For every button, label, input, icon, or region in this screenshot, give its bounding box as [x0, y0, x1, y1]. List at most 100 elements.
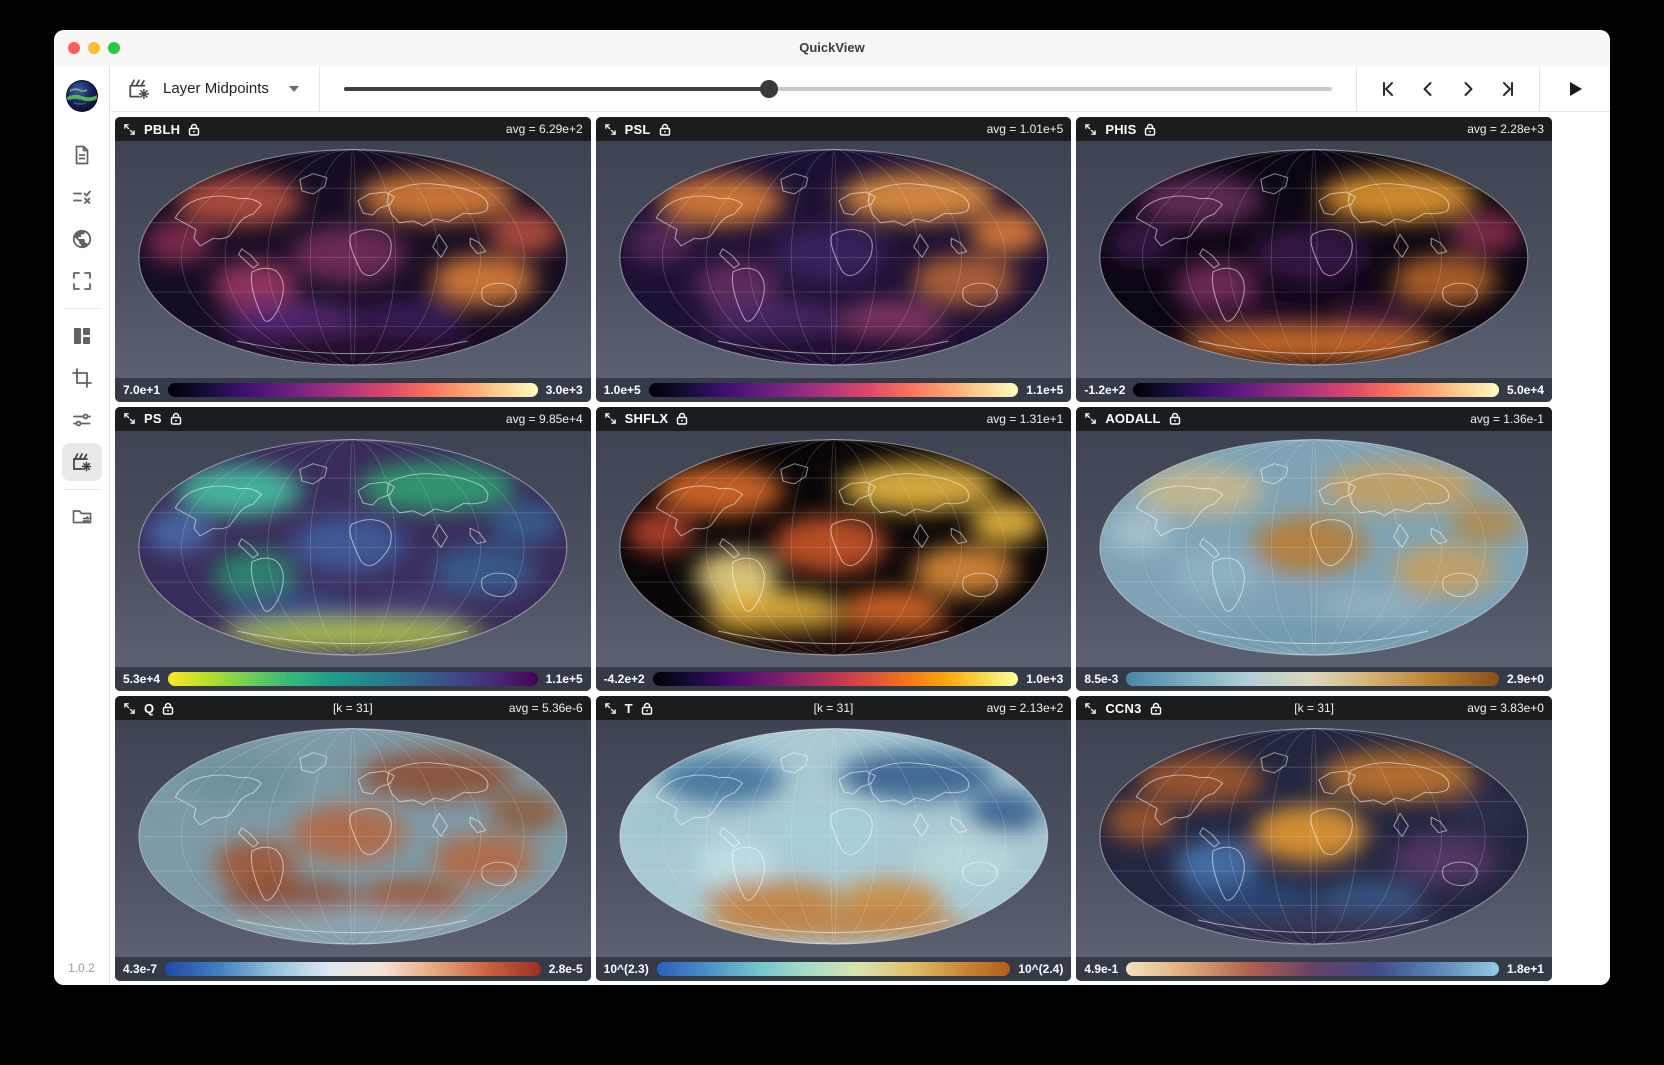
skip-to-end-button[interactable] [1491, 72, 1525, 106]
lock-icon[interactable] [1144, 123, 1156, 136]
expand-panel-icon[interactable] [1084, 123, 1097, 136]
sidebar-item-tune[interactable] [62, 401, 102, 439]
expand-panel-icon[interactable] [1084, 702, 1097, 715]
colorbar-max-value: 1.0e+3 [1026, 672, 1064, 687]
lock-icon[interactable] [1150, 702, 1162, 715]
sidebar-item-file-document[interactable] [62, 136, 102, 174]
panel-colorbar: 10^(2.3) 10^(2.4) [595, 956, 1072, 981]
toolbar: Layer Midpoints [111, 65, 1610, 112]
colorbar-min-value: 10^(2.3) [603, 961, 649, 976]
panel-colorbar-gradient [1126, 672, 1499, 687]
sidebar: 1.0.2 [54, 66, 110, 985]
sidebar-item-checklist[interactable] [62, 178, 102, 216]
map-canvas[interactable] [595, 720, 1072, 957]
colorbar-min-value: -1.2e+2 [1084, 382, 1126, 397]
skip-to-start-icon [1383, 81, 1393, 96]
sidebar-item-crop[interactable] [62, 359, 102, 397]
panel-average-value: avg = 2.13e+2 [986, 701, 1064, 716]
expand-panel-icon[interactable] [604, 412, 617, 425]
panel-title: T [624, 700, 633, 716]
expand-panel-icon[interactable] [123, 123, 136, 136]
panel-header: AODALL avg = 1.36e-1 [1076, 406, 1552, 431]
map-panel: CCN3 [k = 31] avg = 3.83e+0 4.9e-1 1.8e+… [1076, 696, 1552, 981]
panel-average-value: avg = 1.01e+5 [986, 122, 1064, 136]
folder-sync-icon [72, 510, 91, 524]
colorbar-max-value: 2.8e-5 [548, 961, 583, 976]
sidebar-divider [63, 308, 100, 309]
expand-panel-icon[interactable] [123, 702, 136, 715]
skip-to-end-icon [1503, 81, 1513, 96]
panel-average-value: avg = 1.36e-1 [1470, 411, 1544, 426]
colorbar-max-value: 2.9e+0 [1506, 672, 1544, 687]
lock-icon[interactable] [162, 702, 174, 715]
colorbar-max-value: 10^(2.4) [1018, 961, 1064, 976]
map-canvas[interactable] [595, 430, 1072, 668]
expand-panel-icon[interactable] [604, 702, 617, 715]
expand-panel-icon[interactable] [1084, 412, 1097, 425]
panel-average-value: avg = 9.85e+4 [505, 411, 583, 426]
lock-icon[interactable] [1169, 412, 1181, 425]
earth-logo [65, 80, 98, 112]
map-canvas[interactable] [1076, 720, 1552, 957]
sidebar-item-fullscreen[interactable] [62, 262, 102, 300]
globe-icon [72, 229, 91, 249]
sidebar-divider [63, 489, 100, 490]
expand-panel-icon[interactable] [604, 123, 617, 136]
panel-header: PBLH avg = 6.29e+2 [115, 117, 591, 141]
colorbar-max-value: 1.1e+5 [545, 672, 583, 687]
lock-icon[interactable] [170, 412, 182, 425]
play-button[interactable] [1558, 72, 1592, 106]
panel-colorbar: 5.3e+4 1.1e+5 [115, 667, 591, 692]
map-panel: PHIS avg = 2.28e+3 -1.2e+2 5.0e+4 [1076, 117, 1552, 402]
panel-level-label: [k = 31] [813, 701, 854, 716]
app-version: 1.0.2 [68, 961, 95, 975]
lock-icon[interactable] [188, 123, 200, 136]
map-panel: AODALL avg = 1.36e-1 8.5e-3 2.9e+0 [1076, 406, 1552, 692]
map-canvas[interactable] [595, 141, 1072, 378]
lock-icon[interactable] [641, 702, 653, 715]
layer-mode-label: Layer Midpoints [163, 80, 269, 97]
panel-header: CCN3 [k = 31] avg = 3.83e+0 [1076, 696, 1552, 721]
map-canvas[interactable] [115, 430, 591, 668]
skip-to-start-button[interactable] [1371, 72, 1405, 106]
sidebar-item-animation-settings[interactable] [61, 443, 102, 481]
panel-grid: PBLH avg = 6.29e+2 7.0e+1 3.0e+3 PSL avg… [115, 117, 1552, 981]
previous-frame-button[interactable] [1411, 72, 1445, 106]
panel-title: PBLH [144, 121, 181, 137]
panel-title: Q [144, 700, 155, 716]
map-canvas[interactable] [115, 720, 591, 957]
panel-colorbar: 8.5e-3 2.9e+0 [1076, 667, 1552, 692]
slider-thumb[interactable] [759, 79, 778, 98]
panel-colorbar: 4.3e-7 2.8e-5 [115, 956, 591, 981]
map-canvas[interactable] [1076, 430, 1552, 668]
slider-fill [343, 86, 769, 91]
window-title: QuickView [799, 40, 865, 55]
panel-title: SHFLX [624, 411, 669, 427]
panel-colorbar: -4.2e+2 1.0e+3 [595, 667, 1072, 692]
panel-header: T [k = 31] avg = 2.13e+2 [595, 696, 1072, 721]
map-panel: PS avg = 9.85e+4 5.3e+4 1.1e+5 [115, 406, 591, 692]
panel-colorbar-gradient [165, 961, 541, 976]
animation-settings-icon [129, 78, 150, 99]
sidebar-item-layout-dashboard[interactable] [62, 317, 102, 355]
colorbar-min-value: 5.3e+4 [123, 672, 161, 687]
map-panel: SHFLX avg = 1.31e+1 -4.2e+2 1.0e+3 [595, 406, 1072, 692]
map-canvas[interactable] [1076, 141, 1552, 378]
chevron-left-icon [1423, 81, 1432, 96]
panel-colorbar: -1.2e+2 5.0e+4 [1076, 377, 1552, 402]
frame-slider[interactable] [320, 66, 1356, 111]
colorbar-min-value: -4.2e+2 [603, 672, 645, 687]
sidebar-item-folder-sync[interactable] [62, 498, 102, 536]
lock-icon[interactable] [659, 123, 671, 136]
expand-panel-icon[interactable] [123, 412, 136, 425]
map-canvas[interactable] [115, 141, 591, 378]
lock-icon[interactable] [676, 412, 688, 425]
slider-track[interactable] [343, 79, 1332, 98]
sidebar-item-globe[interactable] [62, 220, 102, 258]
next-frame-button[interactable] [1451, 72, 1485, 106]
panel-header: PSL avg = 1.01e+5 [595, 117, 1072, 141]
layer-mode-dropdown[interactable]: Layer Midpoints [111, 66, 319, 111]
panel-average-value: avg = 1.31e+1 [986, 411, 1064, 426]
panel-colorbar-gradient [1126, 961, 1499, 976]
panel-colorbar-gradient [656, 961, 1011, 976]
